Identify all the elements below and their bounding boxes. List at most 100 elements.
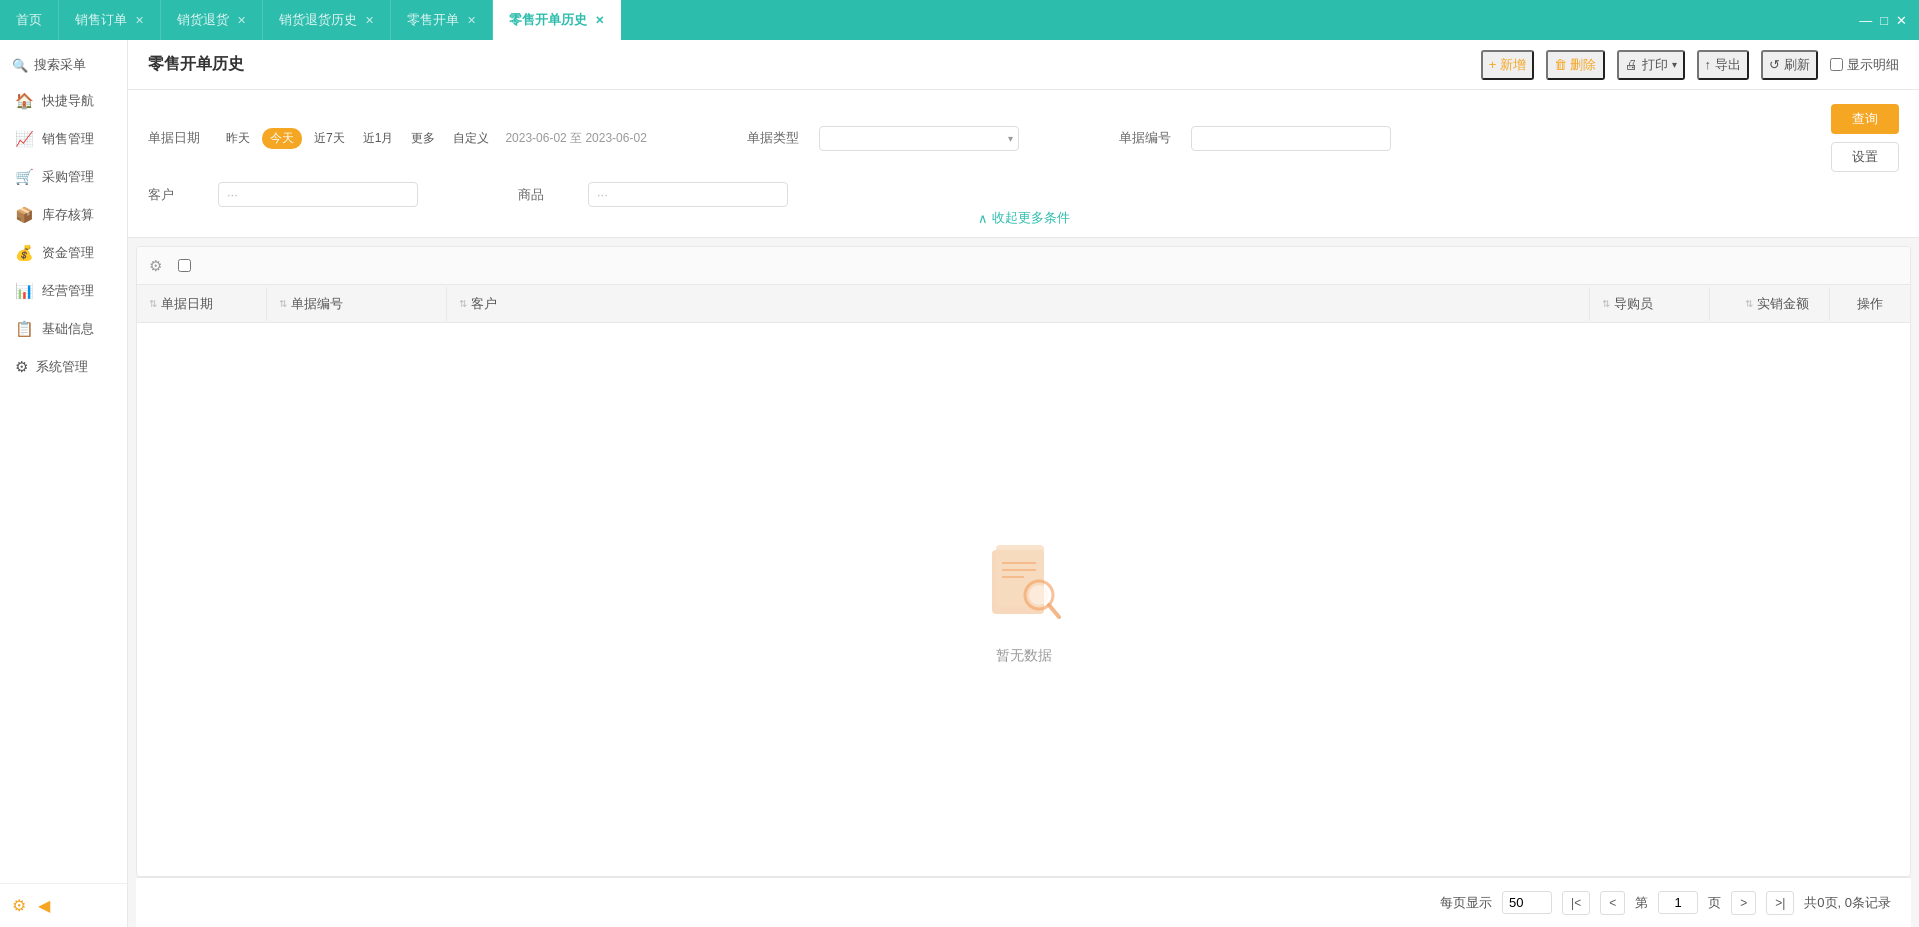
sidebar-item-system-label: 系统管理 <box>36 358 88 376</box>
ops-icon: 📊 <box>15 282 34 300</box>
table-header: ⇅ 单据日期 ⇅ 单据编号 ⇅ 客户 ⇅ 导购员 ⇅ 实销金额 <box>137 285 1910 323</box>
tab-sales-order-close[interactable]: ✕ <box>135 14 144 27</box>
system-icon: ⚙ <box>15 358 28 376</box>
page-next-button[interactable]: > <box>1731 891 1756 915</box>
sidebar-item-ops[interactable]: 📊 经营管理 <box>0 272 127 310</box>
query-button[interactable]: 查询 <box>1831 104 1899 134</box>
svg-line-7 <box>1049 605 1059 617</box>
tab-retail-history-close[interactable]: ✕ <box>595 14 604 27</box>
table-toolbar: ⚙ <box>137 247 1910 285</box>
page-number-input[interactable] <box>1658 891 1698 914</box>
sort-customer-icon: ⇅ <box>459 298 467 309</box>
collapse-label: 收起更多条件 <box>992 209 1070 227</box>
export-icon: ↑ <box>1705 57 1712 72</box>
sidebar-search[interactable]: 🔍 搜索采单 <box>0 48 127 82</box>
sort-guide-icon: ⇅ <box>1602 298 1610 309</box>
refresh-button[interactable]: ↺ 刷新 <box>1761 50 1818 80</box>
page-size-select[interactable]: 50 100 200 <box>1502 891 1552 914</box>
close-icon[interactable]: ✕ <box>1896 13 1907 28</box>
th-op: 操作 <box>1830 287 1910 321</box>
page-prev-button[interactable]: < <box>1600 891 1625 915</box>
tab-retail[interactable]: 零售开单 ✕ <box>391 0 493 40</box>
collapse-arrow-icon: ∧ <box>978 211 988 226</box>
sidebar-bottom: ⚙ ◀ <box>0 883 127 927</box>
date-range-display: 2023-06-02 至 2023-06-02 <box>505 130 646 147</box>
home-icon: 🏠 <box>15 92 34 110</box>
empty-text: 暂无数据 <box>996 647 1052 665</box>
filter-row-2: 客户 ··· 商品 ··· <box>148 182 1899 207</box>
export-label: 导出 <box>1715 56 1741 74</box>
th-guide: ⇅ 导购员 <box>1590 287 1710 321</box>
svg-point-6 <box>1029 585 1049 605</box>
date-shortcuts: 昨天 今天 近7天 近1月 更多 自定义 2023-06-02 至 2023-0… <box>220 128 647 149</box>
th-customer: ⇅ 客户 <box>447 287 1590 321</box>
sales-icon: 📈 <box>15 130 34 148</box>
finance-icon: 💰 <box>15 244 34 262</box>
delete-button[interactable]: 🗑 删除 <box>1546 50 1605 80</box>
tab-return-history[interactable]: 销货退货历史 ✕ <box>263 0 391 40</box>
sidebar-item-sales[interactable]: 📈 销售管理 <box>0 120 127 158</box>
th-amount-label: 实销金额 <box>1757 295 1809 313</box>
type-select[interactable] <box>819 126 1019 151</box>
sidebar-item-purchase-label: 采购管理 <box>42 168 94 186</box>
page-title: 零售开单历史 <box>148 54 244 75</box>
th-op-label: 操作 <box>1857 295 1883 313</box>
settings-bottom-icon[interactable]: ⚙ <box>12 896 26 915</box>
tab-return-label: 销货退货 <box>177 11 229 29</box>
display-detail-checkbox[interactable] <box>1830 58 1843 71</box>
th-date: ⇅ 单据日期 <box>137 287 267 321</box>
tab-sales-order[interactable]: 销售订单 ✕ <box>59 0 161 40</box>
table-area: ⚙ ⇅ 单据日期 ⇅ 单据编号 ⇅ 客户 ⇅ 导购员 <box>136 246 1911 877</box>
date-1month[interactable]: 近1月 <box>357 128 400 149</box>
customer-input-wrap[interactable]: ··· <box>218 182 418 207</box>
tab-retail-history[interactable]: 零售开单历史 ✕ <box>493 0 621 40</box>
setting-button[interactable]: 设置 <box>1831 142 1899 172</box>
table-select-all-checkbox[interactable] <box>178 259 191 272</box>
sidebar-search-label: 搜索采单 <box>34 56 86 74</box>
date-more[interactable]: 更多 <box>405 128 441 149</box>
sidebar-item-base[interactable]: 📋 基础信息 <box>0 310 127 348</box>
top-tab-bar: 首页 销售订单 ✕ 销货退货 ✕ 销货退货历史 ✕ 零售开单 ✕ 零售开单历史 … <box>0 0 1919 40</box>
search-icon: 🔍 <box>12 58 28 73</box>
page-last-button[interactable]: >| <box>1766 891 1794 915</box>
sidebar-item-sales-label: 销售管理 <box>42 130 94 148</box>
sidebar-item-inventory[interactable]: 📦 库存核算 <box>0 196 127 234</box>
date-yesterday[interactable]: 昨天 <box>220 128 256 149</box>
page-first-button[interactable]: |< <box>1562 891 1590 915</box>
maximize-icon[interactable]: □ <box>1880 13 1888 28</box>
tab-return[interactable]: 销货退货 ✕ <box>161 0 263 40</box>
sort-no-icon: ⇅ <box>279 298 287 309</box>
tab-retail-close[interactable]: ✕ <box>467 14 476 27</box>
date-7days[interactable]: 近7天 <box>308 128 351 149</box>
sidebar-item-quick-nav-label: 快捷导航 <box>42 92 94 110</box>
button-area: 查询 设置 <box>1831 104 1899 172</box>
sidebar-item-quick-nav[interactable]: 🏠 快捷导航 <box>0 82 127 120</box>
sort-date-icon: ⇅ <box>149 298 157 309</box>
sidebar-item-finance[interactable]: 💰 资金管理 <box>0 234 127 272</box>
minimize-icon[interactable]: — <box>1859 13 1872 28</box>
date-filter-label: 单据日期 <box>148 129 200 147</box>
export-button[interactable]: ↑ 导出 <box>1697 50 1750 80</box>
tab-return-close[interactable]: ✕ <box>237 14 246 27</box>
tab-return-history-close[interactable]: ✕ <box>365 14 374 27</box>
sidebar-item-system[interactable]: ⚙ 系统管理 <box>0 348 127 386</box>
goods-filter-label: 商品 <box>518 186 568 204</box>
date-custom[interactable]: 自定义 <box>447 128 495 149</box>
print-button[interactable]: 🖨 打印 ▾ <box>1617 50 1685 80</box>
date-today[interactable]: 今天 <box>262 128 302 149</box>
tab-home[interactable]: 首页 <box>0 0 59 40</box>
collapse-sidebar-icon[interactable]: ◀ <box>38 896 50 915</box>
page-word-first: 第 <box>1635 894 1648 912</box>
collapse-bar[interactable]: ∧ 收起更多条件 <box>148 209 1899 227</box>
sidebar-item-purchase[interactable]: 🛒 采购管理 <box>0 158 127 196</box>
no-filter-label: 单据编号 <box>1119 129 1171 147</box>
table-settings-icon[interactable]: ⚙ <box>149 257 162 275</box>
print-icon: 🖨 <box>1625 57 1638 72</box>
goods-input-wrap[interactable]: ··· <box>588 182 788 207</box>
type-filter-label: 单据类型 <box>747 129 799 147</box>
no-input[interactable] <box>1191 126 1391 151</box>
th-date-label: 单据日期 <box>161 295 213 313</box>
purchase-icon: 🛒 <box>15 168 34 186</box>
new-button[interactable]: + 新增 <box>1481 50 1534 80</box>
display-detail-toggle[interactable]: 显示明细 <box>1830 56 1899 74</box>
